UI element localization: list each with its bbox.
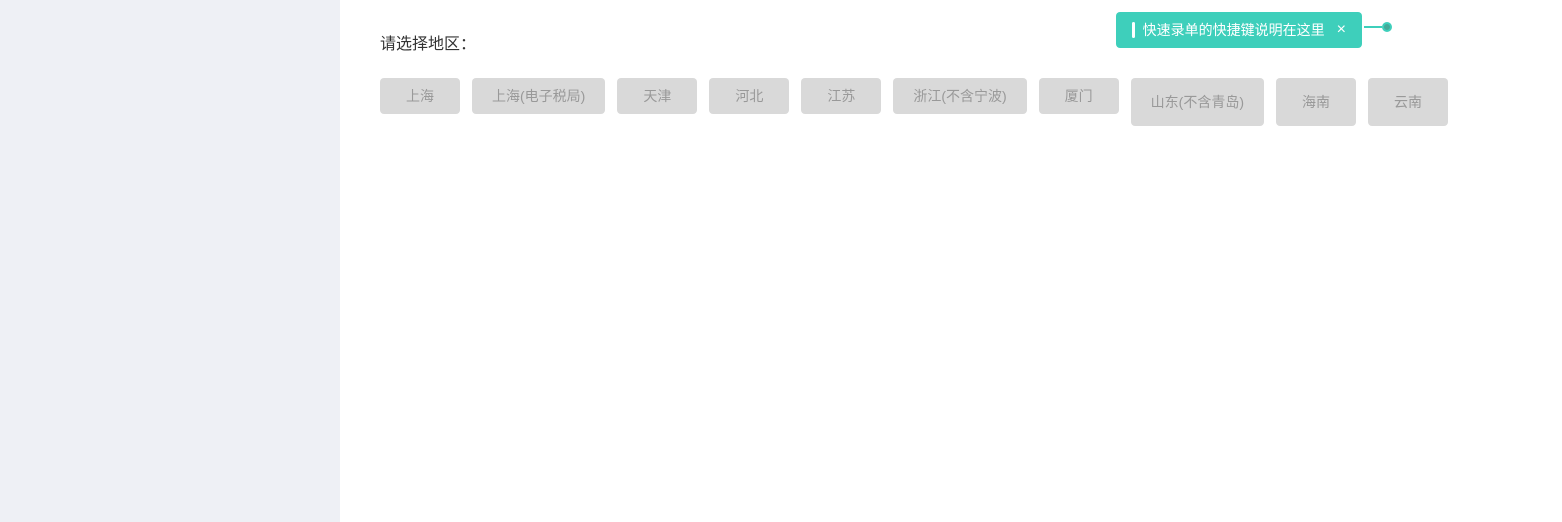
region-button-2[interactable]: 天津 xyxy=(617,78,697,114)
tooltip-bar xyxy=(1132,22,1135,38)
region-button-row2-0[interactable]: 山东(不含青岛) xyxy=(1131,78,1264,126)
region-button-4[interactable]: 江苏 xyxy=(801,78,881,114)
left-sidebar xyxy=(0,0,340,522)
tooltip-close-button[interactable]: × xyxy=(1337,22,1346,38)
connector-line xyxy=(1364,26,1382,28)
tooltip-text: 快速录单的快捷键说明在这里 xyxy=(1143,20,1325,40)
region-buttons-container: 上海上海(电子税局) 天津河北江苏浙江(不含宁波) 厦门山东(不含青岛)海南云南 xyxy=(380,78,1522,126)
dot-indicator xyxy=(1382,22,1392,32)
region-row-1: 上海上海(电子税局) 天津河北江苏浙江(不含宁波) 厦门 xyxy=(380,78,1119,114)
main-content: 请选择地区： 上海上海(电子税局)天津河北江苏浙江(不含宁波)厦门山东(不含青岛… xyxy=(340,0,1562,522)
region-button-6[interactable]: 厦门 xyxy=(1039,78,1119,114)
region-button-5[interactable]: 浙江(不含宁波) xyxy=(893,78,1026,114)
tooltip-banner[interactable]: 快速录单的快捷键说明在这里 × xyxy=(1116,12,1362,48)
region-button-0[interactable]: 上海 xyxy=(380,78,460,114)
region-button-3[interactable]: 河北 xyxy=(709,78,789,114)
region-row-2: 山东(不含青岛)海南云南 xyxy=(1131,78,1448,126)
region-button-row2-2[interactable]: 云南 xyxy=(1368,78,1448,126)
region-button-row2-1[interactable]: 海南 xyxy=(1276,78,1356,126)
region-button-1[interactable]: 上海(电子税局) xyxy=(472,78,605,114)
